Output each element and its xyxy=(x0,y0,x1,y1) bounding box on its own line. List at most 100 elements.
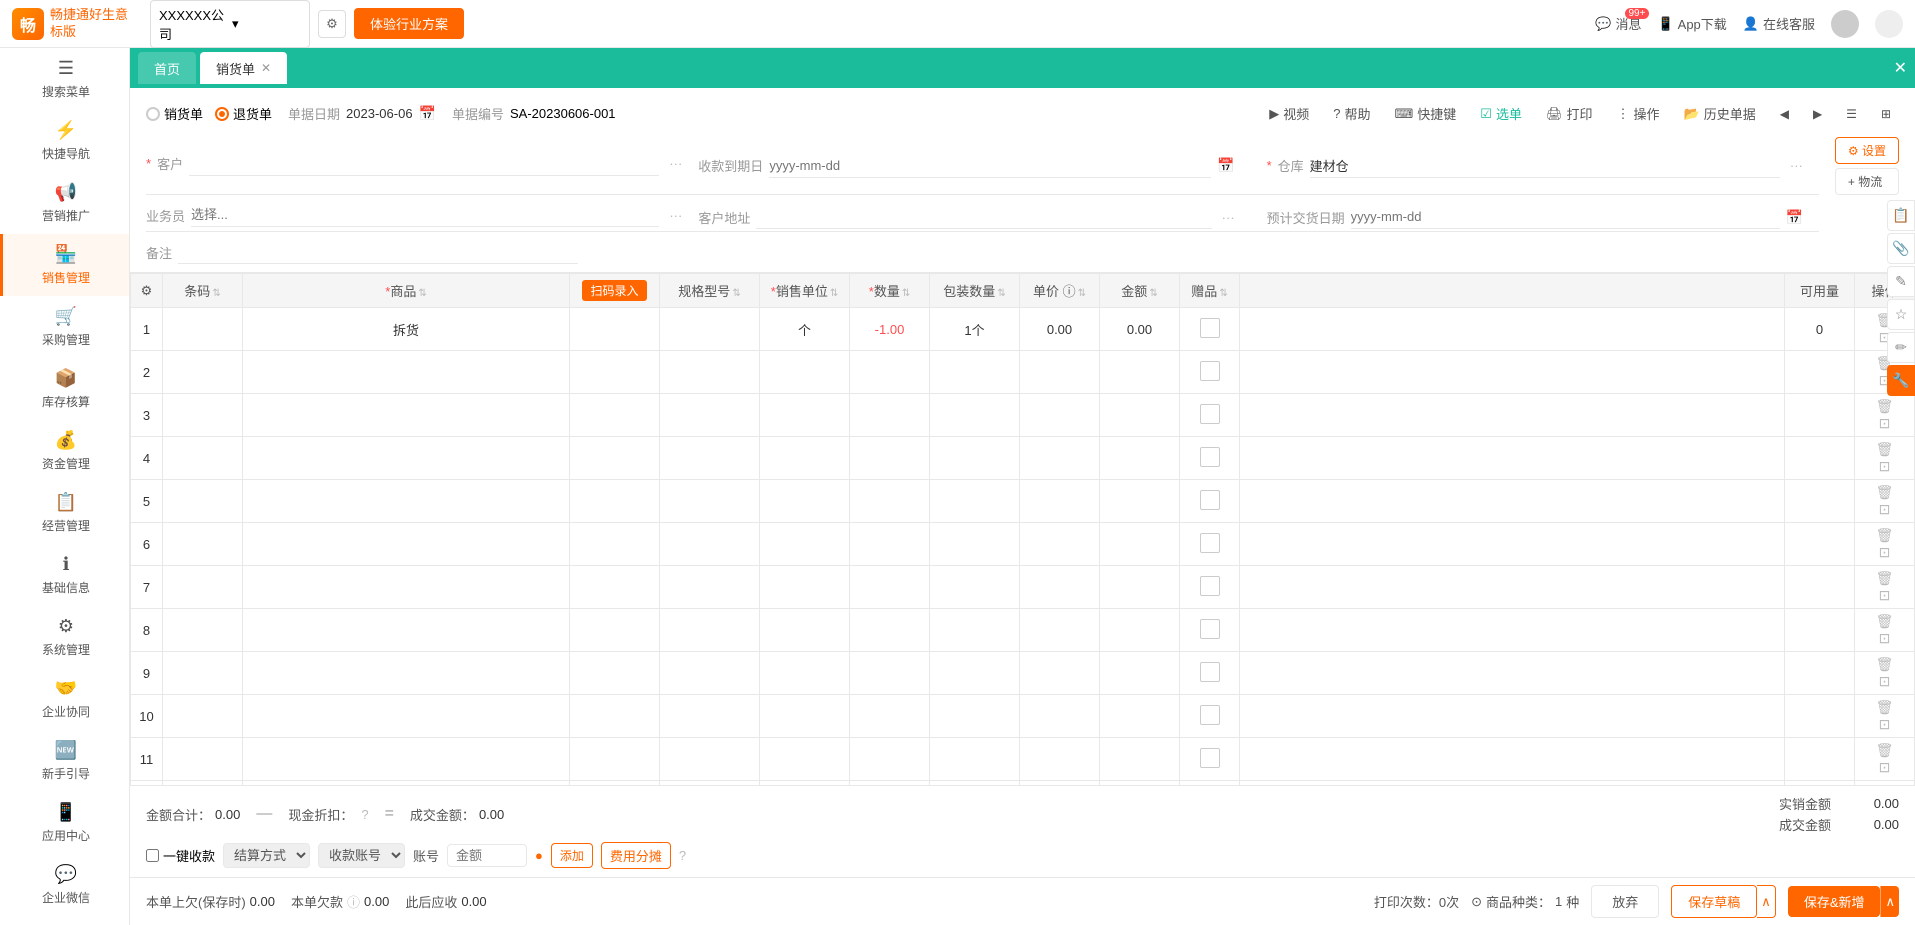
remark-input[interactable] xyxy=(178,240,578,264)
logistics-button[interactable]: + 物流 xyxy=(1835,168,1899,195)
product-type[interactable]: ⊙ 商品种类： 1 种 xyxy=(1471,892,1579,911)
gift-checkbox[interactable] xyxy=(1200,662,1220,682)
due-date-calendar-icon[interactable]: 📅 xyxy=(1217,157,1234,174)
sidebar-item-search[interactable]: ☰ 搜索菜单 xyxy=(0,48,129,110)
delete-icon[interactable]: 🗑 xyxy=(1876,742,1894,758)
radio-return-order[interactable]: 退货单 xyxy=(215,104,272,123)
radio-sales-order[interactable]: 销货单 xyxy=(146,104,203,123)
copy-icon[interactable]: ⊡ xyxy=(1879,587,1891,603)
add-payment-button[interactable]: 添加 xyxy=(551,843,593,868)
one-click-payment-checkbox[interactable]: 一键收款 xyxy=(146,846,215,865)
toolbar-history[interactable]: 📂 历史单据 xyxy=(1676,100,1764,127)
gift-checkbox[interactable] xyxy=(1200,318,1220,338)
sidebar-item-enterprise[interactable]: 🤝 企业协同 xyxy=(0,668,129,730)
settlement-method-select[interactable]: 结算方式 xyxy=(223,843,310,868)
sidebar-item-wechat[interactable]: 💬 企业微信 xyxy=(0,854,129,916)
avatar[interactable] xyxy=(1831,10,1859,38)
tab-home[interactable]: 首页 xyxy=(138,52,196,84)
gift-checkbox[interactable] xyxy=(1200,404,1220,424)
customer-dots[interactable]: ··· xyxy=(669,156,682,171)
account-select[interactable]: 收款账号 xyxy=(318,843,405,868)
save-draft-button[interactable]: 保存草稿 xyxy=(1671,885,1757,918)
sidebar-item-app[interactable]: 📱 应用中心 xyxy=(0,792,129,854)
save-new-dropdown[interactable]: ∧ xyxy=(1880,886,1899,917)
delete-icon[interactable]: 🗑 xyxy=(1876,527,1894,543)
gift-checkbox[interactable] xyxy=(1200,619,1220,639)
copy-icon[interactable]: ⊡ xyxy=(1879,458,1891,474)
toolbar-next[interactable]: ▶ xyxy=(1805,103,1830,125)
fee-split-button[interactable]: 费用分摊 xyxy=(601,842,671,869)
sidebar-item-marketing[interactable]: 📢 营销推广 xyxy=(0,172,129,234)
gift-checkbox[interactable] xyxy=(1200,748,1220,768)
float-btn-2[interactable]: 📎 xyxy=(1887,233,1915,264)
gift-checkbox[interactable] xyxy=(1200,576,1220,596)
sidebar-item-system[interactable]: ⚙ 系统管理 xyxy=(0,606,129,668)
company-select[interactable]: XXXXXX公司 ▾ xyxy=(150,0,310,48)
float-btn-3[interactable]: ✎ xyxy=(1887,266,1915,297)
delete-icon[interactable]: 🗑 xyxy=(1876,441,1894,457)
sidebar-item-sales[interactable]: 🏪 销售管理 xyxy=(0,234,129,296)
delivery-date-input[interactable] xyxy=(1351,205,1780,229)
sidebar-item-quick-nav[interactable]: ⚡ 快捷导航 xyxy=(0,110,129,172)
due-date-input[interactable] xyxy=(769,154,1211,178)
salesperson-input[interactable] xyxy=(191,203,659,227)
copy-icon[interactable]: ⊡ xyxy=(1879,544,1891,560)
gift-checkbox[interactable] xyxy=(1200,490,1220,510)
toolbar-print[interactable]: 🖨 打印 xyxy=(1538,100,1601,127)
customer-address-input[interactable] xyxy=(756,205,1211,229)
toolbar-list-view[interactable]: ☰ xyxy=(1838,103,1865,125)
gift-checkbox[interactable] xyxy=(1200,533,1220,553)
toolbar-select[interactable]: ☑ 选单 xyxy=(1472,100,1530,127)
copy-icon[interactable]: ⊡ xyxy=(1879,673,1891,689)
float-btn-4[interactable]: ☆ xyxy=(1887,299,1915,330)
toolbar-help[interactable]: ? 帮助 xyxy=(1325,100,1378,127)
payment-amount-input[interactable] xyxy=(447,844,527,867)
delete-icon[interactable]: 🗑 xyxy=(1876,570,1894,586)
float-btn-5[interactable]: ✏ xyxy=(1887,332,1915,363)
discard-button[interactable]: 放弃 xyxy=(1591,885,1659,918)
online-support-button[interactable]: 👤 在线客服 xyxy=(1743,14,1815,33)
gift-checkbox[interactable] xyxy=(1200,705,1220,725)
address-dots[interactable]: ··· xyxy=(1222,210,1235,225)
delivery-calendar-icon[interactable]: 📅 xyxy=(1786,209,1803,226)
gift-checkbox[interactable] xyxy=(1200,447,1220,467)
trial-button[interactable]: 体验行业方案 xyxy=(354,8,464,39)
th-scan[interactable]: 扫码录入 xyxy=(570,274,660,308)
th-settings[interactable]: ⚙ xyxy=(131,274,163,308)
warehouse-dots[interactable]: ··· xyxy=(1790,158,1803,173)
salesperson-dots[interactable]: ··· xyxy=(669,208,682,223)
gift-checkbox[interactable] xyxy=(1200,361,1220,381)
tab-sales-order[interactable]: 销货单 ✕ xyxy=(200,52,287,84)
customer-input[interactable] xyxy=(189,152,659,176)
sidebar-item-ops[interactable]: 📋 经营管理 xyxy=(0,482,129,544)
sidebar-item-basic[interactable]: ℹ 基础信息 xyxy=(0,544,129,606)
toolbar-prev[interactable]: ◀ xyxy=(1772,103,1797,125)
calendar-icon[interactable]: 📅 xyxy=(419,105,436,122)
settings-button[interactable]: ⚙ xyxy=(318,10,346,38)
toolbar-ops[interactable]: ⋮ 操作 xyxy=(1608,100,1667,127)
tab-close-icon[interactable]: ✕ xyxy=(261,61,271,75)
copy-icon[interactable]: ⊡ xyxy=(1879,716,1891,732)
sidebar-item-purchase[interactable]: 🛒 采购管理 xyxy=(0,296,129,358)
payment-checkbox[interactable] xyxy=(146,849,159,862)
toolbar-grid-view[interactable]: ⊞ xyxy=(1873,103,1899,125)
float-btn-1[interactable]: 📋 xyxy=(1887,200,1915,231)
float-btn-6[interactable]: 🔧 xyxy=(1887,365,1915,396)
toolbar-shortcut[interactable]: ⌨ 快捷键 xyxy=(1387,100,1465,127)
sidebar-item-member[interactable]: 👑 畅会员 xyxy=(0,916,129,925)
warehouse-input[interactable] xyxy=(1310,154,1780,178)
delete-icon[interactable]: 🗑 xyxy=(1876,484,1894,500)
sidebar-item-inventory[interactable]: 📦 库存核算 xyxy=(0,358,129,420)
settings-action-button[interactable]: ⚙ 设置 xyxy=(1835,137,1899,164)
sidebar-item-fund[interactable]: 💰 资金管理 xyxy=(0,420,129,482)
notification-button[interactable]: 💬 消息 99+ xyxy=(1595,14,1641,33)
delete-icon[interactable]: 🗑 xyxy=(1876,699,1894,715)
copy-icon[interactable]: ⊡ xyxy=(1879,759,1891,775)
scan-button[interactable]: 扫码录入 xyxy=(582,280,646,301)
tab-bar-close[interactable]: ✕ xyxy=(1894,58,1907,78)
delete-icon[interactable]: 🗑 xyxy=(1876,613,1894,629)
copy-icon[interactable]: ⊡ xyxy=(1879,630,1891,646)
fee-help-icon[interactable]: ? xyxy=(679,848,686,863)
copy-icon[interactable]: ⊡ xyxy=(1879,501,1891,517)
delete-icon[interactable]: 🗑 xyxy=(1876,398,1894,414)
